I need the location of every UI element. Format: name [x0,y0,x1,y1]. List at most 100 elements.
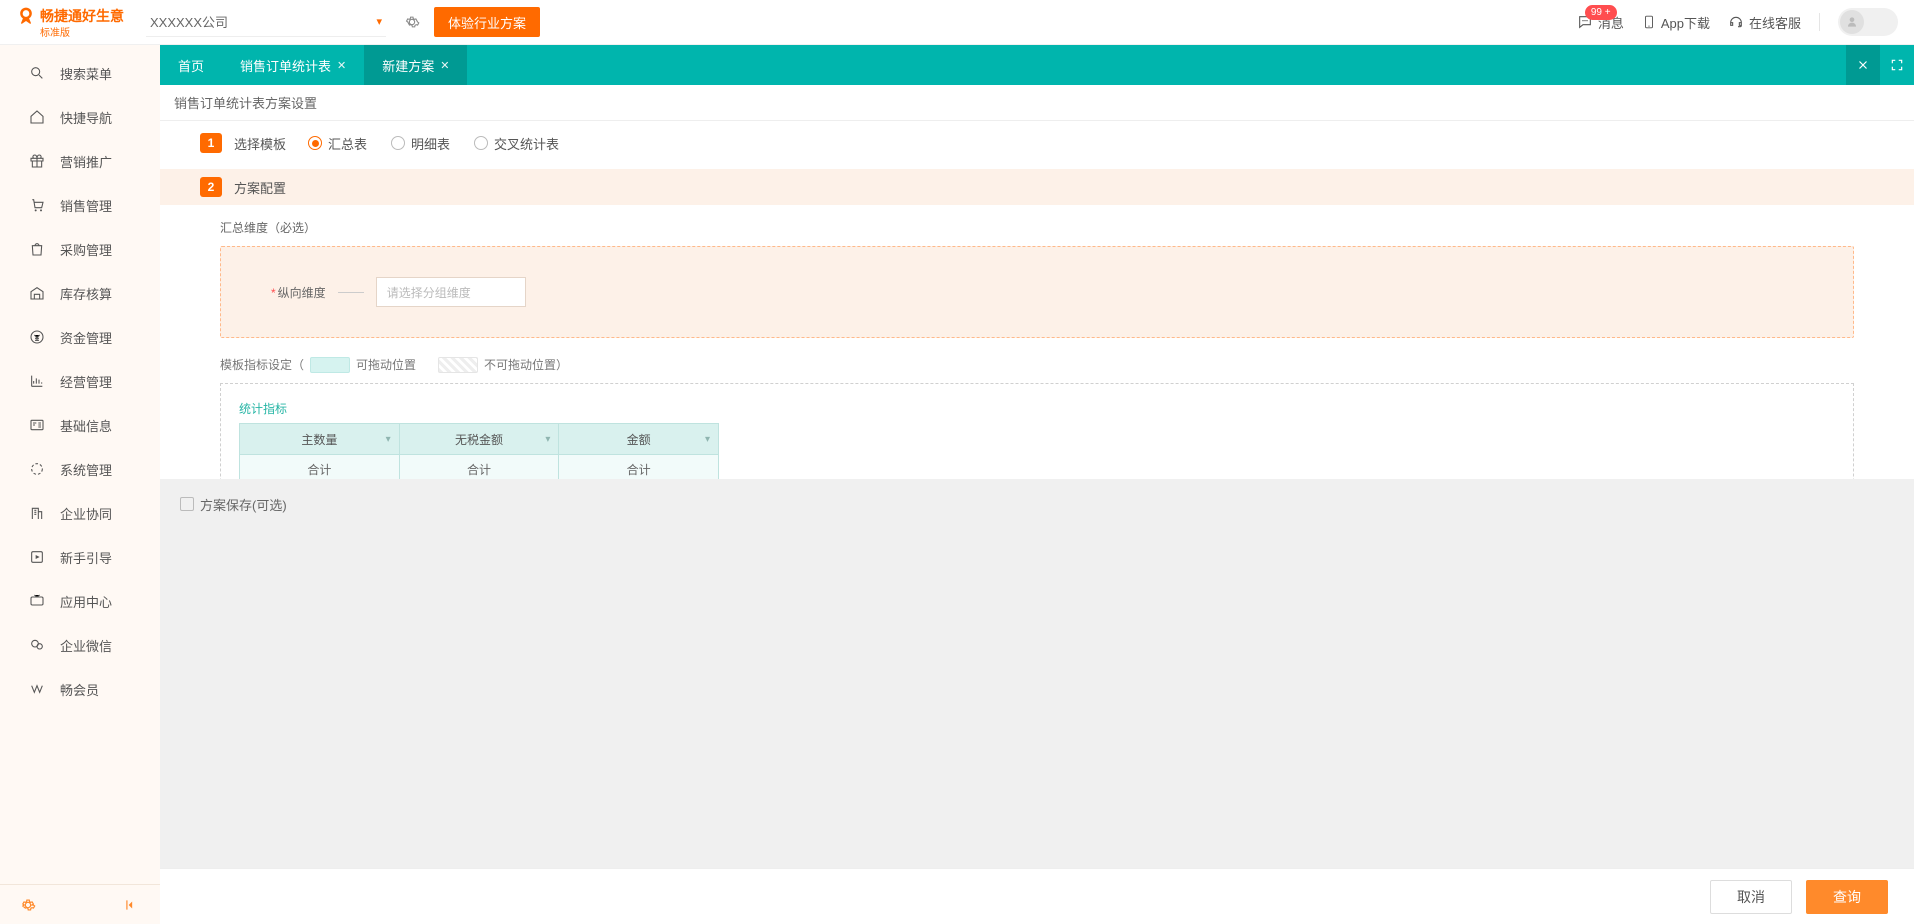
dimension-placeholder: 请选择分组维度 [387,284,471,301]
sidebar-item-baseinfo[interactable]: 基础信息 [0,403,160,447]
online-service-label: 在线客服 [1749,13,1801,32]
dimension-selector[interactable]: 请选择分组维度 [376,277,526,307]
phone-icon [1642,14,1656,30]
experience-plan-button[interactable]: 体验行业方案 [434,7,540,37]
sidebar-settings-icon[interactable] [20,897,36,913]
sidebar-item-quicknav[interactable]: 快捷导航 [0,95,160,139]
user-avatar[interactable] [1838,8,1898,36]
company-name: XXXXXX公司 [150,12,228,31]
sidebar-item-operation[interactable]: 经营管理 [0,359,160,403]
metric-panel: 统计指标 主数量▾ 无税金额 ▾ 金额 ▾ 合计 合计 合计 [220,383,1854,479]
step-2-label: 方案配置 [234,178,286,197]
chevron-down-icon[interactable]: ▾ [386,434,391,445]
metric-total: 合计 [400,454,560,479]
sidebar-item-collab[interactable]: 企业协同 [0,491,160,535]
sidebar-item-guide[interactable]: 新手引导 [0,535,160,579]
building-icon [28,504,46,522]
close-icon[interactable]: ✕ [440,59,449,72]
chevron-down-icon[interactable]: ▾ [545,434,550,445]
sidebar-item-label: 营销推广 [60,152,112,171]
sidebar-item-system[interactable]: 系统管理 [0,447,160,491]
tab-new-plan[interactable]: 新建方案✕ [364,45,467,85]
tab-close-all[interactable] [1846,45,1880,85]
avatar-icon [1840,10,1864,34]
sidebar-item-label: 应用中心 [60,592,112,611]
coin-icon [28,328,46,346]
radio-label: 明细表 [411,134,450,153]
tab-home[interactable]: 首页 [160,45,222,85]
settings-button[interactable] [398,8,426,36]
col-label: 无税金额 [455,431,503,448]
company-selector[interactable]: XXXXXX公司 ▾ [146,7,386,37]
col-label: 金额 [627,431,651,448]
sidebar-collapse-icon[interactable] [122,898,140,912]
sidebar: 搜索菜单 快捷导航 营销推广 销售管理 采购管理 库存核算 资金管理 经营管理 … [0,45,160,924]
metric-table: 主数量▾ 无税金额 ▾ 金额 ▾ 合计 合计 合计 [239,423,719,479]
dimension-title: 汇总维度（必选） [220,219,1854,236]
logo-subtitle: 标准版 [40,24,70,39]
cancel-button[interactable]: 取消 [1710,880,1792,914]
chevron-down-icon: ▾ [376,15,382,28]
metric-col-amount[interactable]: 金额 ▾ [559,424,718,454]
radio-icon [391,136,405,150]
tab-sales-stats[interactable]: 销售订单统计表✕ [222,45,364,85]
radio-label: 汇总表 [328,134,367,153]
sidebar-item-purchase[interactable]: 采购管理 [0,227,160,271]
sidebar-item-finance[interactable]: 资金管理 [0,315,160,359]
online-service-link[interactable]: 在线客服 [1728,13,1801,32]
metric-col-qty[interactable]: 主数量▾ [240,424,400,454]
headset-icon [1728,14,1744,30]
page-title: 销售订单统计表方案设置 [160,85,1914,121]
swatch-locked [438,357,478,373]
tab-label: 首页 [178,56,204,75]
play-icon [28,548,46,566]
sidebar-item-label: 经营管理 [60,372,112,391]
chevron-down-icon[interactable]: ▾ [705,434,710,445]
sidebar-item-member[interactable]: 畅会员 [0,667,160,711]
tabbar: 首页 销售订单统计表✕ 新建方案✕ [160,45,1914,85]
vip-icon [28,680,46,698]
sidebar-item-marketing[interactable]: 营销推广 [0,139,160,183]
tab-fullscreen[interactable] [1880,45,1914,85]
card-icon [28,416,46,434]
sidebar-item-inventory[interactable]: 库存核算 [0,271,160,315]
query-button[interactable]: 查询 [1806,880,1888,914]
sidebar-item-label: 畅会员 [60,680,99,699]
radio-icon [308,136,322,150]
sidebar-item-label: 资金管理 [60,328,112,347]
app-download-link[interactable]: App下载 [1642,13,1710,32]
bag-icon [28,240,46,258]
gear-icon [404,14,420,30]
logo-icon [16,6,36,26]
dash-icon [338,292,364,293]
sidebar-item-label: 库存核算 [60,284,112,303]
metric-total: 合计 [240,454,400,479]
checkbox-icon [180,497,194,511]
radio-summary[interactable]: 汇总表 [308,134,367,153]
legend-lock-label: 不可拖动位置） [484,356,568,373]
sidebar-item-label: 采购管理 [60,240,112,259]
warehouse-icon [28,284,46,302]
sidebar-item-search[interactable]: 搜索菜单 [0,51,160,95]
save-plan-checkbox[interactable]: 方案保存(可选) [180,495,1894,514]
sidebar-item-appcenter[interactable]: 应用中心 [0,579,160,623]
metric-title: 统计指标 [239,400,1835,417]
dimension-box: *纵向维度 请选择分组维度 [220,246,1854,338]
sidebar-item-label: 基础信息 [60,416,112,435]
step-2-badge: 2 [200,177,222,197]
close-icon[interactable]: ✕ [337,59,346,72]
sidebar-item-sales[interactable]: 销售管理 [0,183,160,227]
sidebar-item-label: 快捷导航 [60,108,112,127]
radio-cross[interactable]: 交叉统计表 [474,134,559,153]
sidebar-item-label: 企业微信 [60,636,112,655]
messages-link[interactable]: 99 + 消息 [1577,13,1624,32]
metric-total: 合计 [559,454,718,479]
sidebar-item-label: 新手引导 [60,548,112,567]
sidebar-item-label: 搜索菜单 [60,64,112,83]
radio-label: 交叉统计表 [494,134,559,153]
chart-icon [28,372,46,390]
sidebar-item-wechat[interactable]: 企业微信 [0,623,160,667]
metric-col-notax[interactable]: 无税金额 ▾ [400,424,560,454]
swatch-draggable [310,357,350,373]
radio-detail[interactable]: 明细表 [391,134,450,153]
